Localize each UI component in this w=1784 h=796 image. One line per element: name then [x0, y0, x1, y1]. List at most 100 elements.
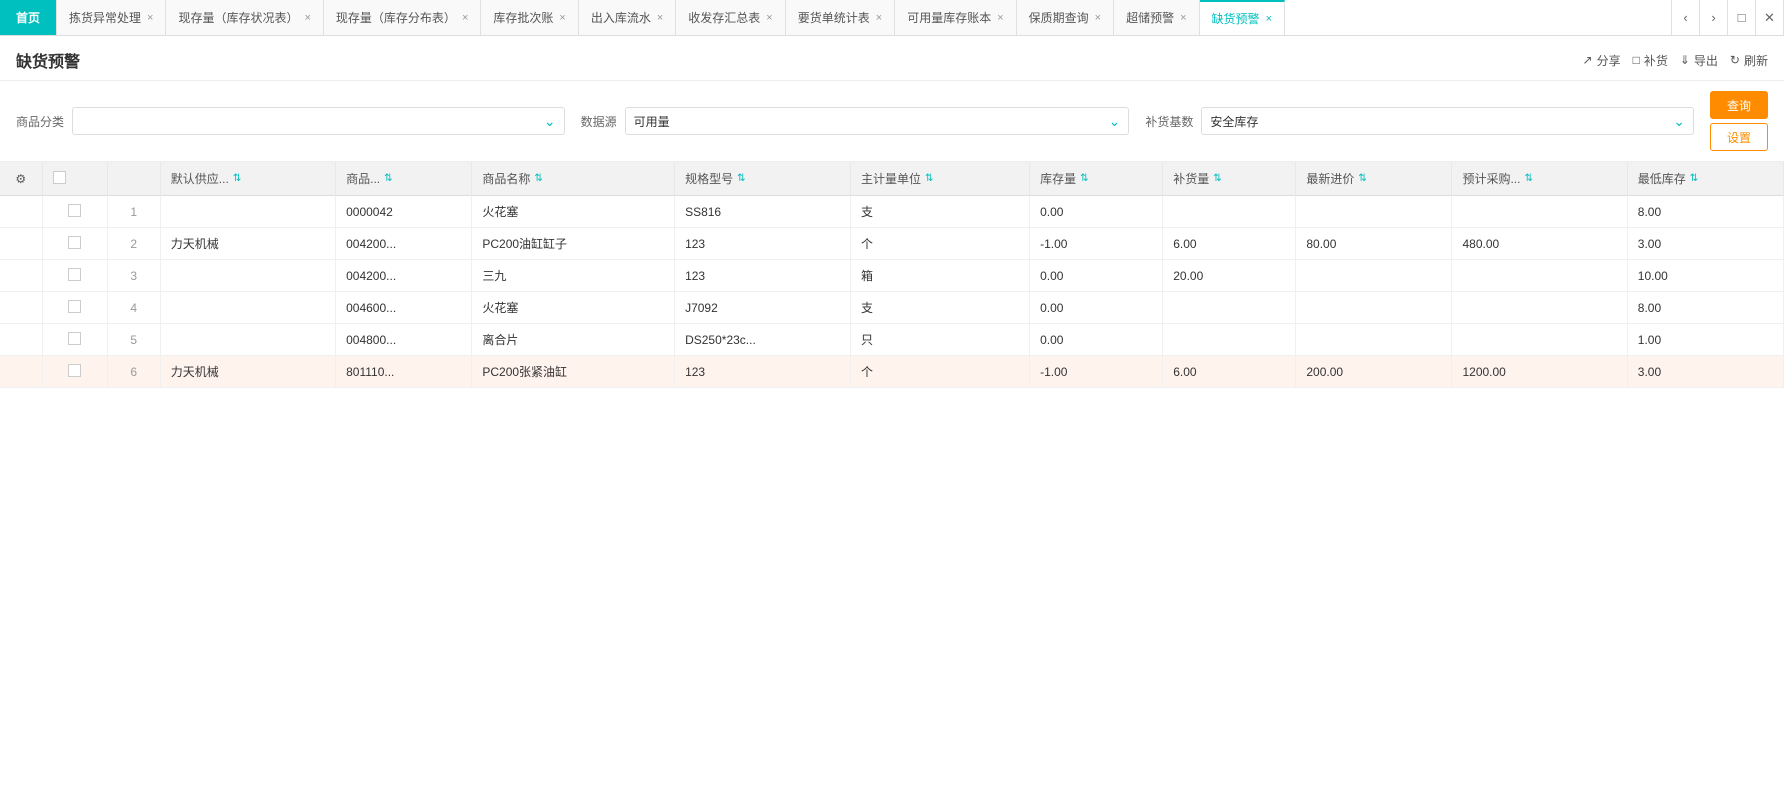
- row-checkbox[interactable]: [68, 204, 81, 217]
- column-default-supplier[interactable]: 默认供应... ⇅: [160, 162, 335, 196]
- column-replenish-qty[interactable]: 补货量 ⇅: [1163, 162, 1296, 196]
- tab-restore-button[interactable]: □: [1728, 0, 1756, 35]
- tab-available-ledger-close[interactable]: ×: [997, 12, 1003, 24]
- page-header: 缺货预警 ↗ 分享 □ 补货 ⇓ 导出 ↻ 刷新: [0, 36, 1784, 81]
- tab-inventory-dist-close[interactable]: ×: [462, 12, 468, 24]
- column-spec[interactable]: 规格型号 ⇅: [675, 162, 851, 196]
- row-checkbox[interactable]: [68, 300, 81, 313]
- row-checkbox-cell[interactable]: [42, 228, 107, 260]
- column-latest-price[interactable]: 最新进价 ⇅: [1296, 162, 1452, 196]
- export-button[interactable]: ⇓ 导出: [1680, 52, 1718, 69]
- row-checkbox[interactable]: [68, 332, 81, 345]
- column-min-stock[interactable]: 最低库存 ⇅: [1627, 162, 1783, 196]
- gear-settings-icon[interactable]: ⚙: [15, 172, 26, 186]
- select-all-checkbox[interactable]: [53, 171, 66, 184]
- row-index: 5: [107, 324, 160, 356]
- table-header-row: ⚙ 默认供应... ⇅ 商品...: [0, 162, 1784, 196]
- sort-replenish-qty-icon: ⇅: [1213, 173, 1221, 184]
- tab-inout-flow-close[interactable]: ×: [657, 12, 663, 24]
- tab-exception-label: 拣货异常处理: [69, 9, 141, 26]
- settings-button[interactable]: 设置: [1710, 123, 1768, 151]
- share-button[interactable]: ↗ 分享: [1583, 52, 1621, 69]
- export-icon: ⇓: [1680, 53, 1690, 67]
- row-checkbox-cell[interactable]: [42, 196, 107, 228]
- tab-batch-account-label: 库存批次账: [493, 9, 553, 26]
- tab-receive-summary[interactable]: 收发存汇总表 ×: [676, 0, 785, 35]
- row-checkbox-cell[interactable]: [42, 324, 107, 356]
- tab-prev-button[interactable]: ‹: [1672, 0, 1700, 35]
- row-default-supplier: 力天机械: [160, 356, 335, 388]
- tab-expiry-query-close[interactable]: ×: [1095, 12, 1101, 24]
- row-spec: SS816: [675, 196, 851, 228]
- table-row[interactable]: 2 力天机械 004200... PC200油缸缸子 123 个 -1.00 6…: [0, 228, 1784, 260]
- replenish-base-filter-value: 安全库存: [1210, 113, 1258, 130]
- category-filter-label: 商品分类: [16, 113, 64, 130]
- column-replenish-qty-label: 补货量: [1173, 170, 1209, 187]
- row-index: 4: [107, 292, 160, 324]
- row-unit: 支: [850, 292, 1029, 324]
- tab-inventory-status-close[interactable]: ×: [304, 12, 310, 24]
- datasource-filter-select[interactable]: 可用量 ⌄: [625, 107, 1130, 135]
- column-product-code[interactable]: 商品... ⇅: [336, 162, 472, 196]
- row-product-name: PC200油缸缸子: [472, 228, 675, 260]
- table-row[interactable]: 1 0000042 火花塞 SS816 支 0.00 8.00: [0, 196, 1784, 228]
- query-button[interactable]: 查询: [1710, 91, 1768, 119]
- tab-shortage-warning-close[interactable]: ×: [1266, 13, 1272, 25]
- row-checkbox[interactable]: [68, 364, 81, 377]
- column-stock-qty[interactable]: 库存量 ⇅: [1030, 162, 1163, 196]
- row-gear-cell: [0, 260, 42, 292]
- tab-requisition-stats[interactable]: 要货单统计表 ×: [786, 0, 895, 35]
- row-checkbox[interactable]: [68, 268, 81, 281]
- tab-batch-account-close[interactable]: ×: [559, 12, 565, 24]
- tab-batch-account[interactable]: 库存批次账 ×: [481, 0, 578, 35]
- sort-stock-qty-icon: ⇅: [1080, 173, 1088, 184]
- tab-overstock-warning[interactable]: 超储预警 ×: [1114, 0, 1199, 35]
- replenish-base-filter-select[interactable]: 安全库存 ⌄: [1201, 107, 1694, 135]
- tab-next-button[interactable]: ›: [1700, 0, 1728, 35]
- tab-overstock-warning-close[interactable]: ×: [1180, 12, 1186, 24]
- tab-requisition-stats-close[interactable]: ×: [876, 12, 882, 24]
- row-default-supplier: 力天机械: [160, 228, 335, 260]
- column-unit-label: 主计量单位: [861, 170, 921, 187]
- column-est-purchase[interactable]: 预计采购... ⇅: [1452, 162, 1627, 196]
- main-content: 缺货预警 ↗ 分享 □ 补货 ⇓ 导出 ↻ 刷新 商品分类: [0, 36, 1784, 796]
- tab-shortage-warning[interactable]: 缺货预警 ×: [1200, 0, 1285, 35]
- tab-inout-flow[interactable]: 出入库流水 ×: [579, 0, 676, 35]
- tab-exception[interactable]: 拣货异常处理 ×: [57, 0, 166, 35]
- row-product-name: PC200张紧油缸: [472, 356, 675, 388]
- refresh-button[interactable]: ↻ 刷新: [1730, 52, 1768, 69]
- table-row[interactable]: 6 力天机械 801110... PC200张紧油缸 123 个 -1.00 6…: [0, 356, 1784, 388]
- column-product-name[interactable]: 商品名称 ⇅: [472, 162, 675, 196]
- tab-home-label: 首页: [16, 9, 40, 26]
- replenish-icon: □: [1633, 53, 1640, 67]
- tab-requisition-stats-label: 要货单统计表: [798, 9, 870, 26]
- row-checkbox-cell[interactable]: [42, 356, 107, 388]
- row-replenish-qty: 20.00: [1163, 260, 1296, 292]
- replenish-button[interactable]: □ 补货: [1633, 52, 1668, 69]
- row-est-purchase: [1452, 260, 1627, 292]
- tab-available-ledger-label: 可用量库存账本: [907, 9, 991, 26]
- tab-close-all-button[interactable]: ✕: [1756, 0, 1784, 35]
- table-row[interactable]: 4 004600... 火花塞 J7092 支 0.00 8.00: [0, 292, 1784, 324]
- tab-inventory-status-label: 现存量（库存状况表）: [178, 9, 298, 26]
- table-row[interactable]: 5 004800... 离合片 DS250*23c... 只 0.00 1.00: [0, 324, 1784, 356]
- table-row[interactable]: 3 004200... 三九 123 箱 0.00 20.00 10.00: [0, 260, 1784, 292]
- tab-available-ledger[interactable]: 可用量库存账本 ×: [895, 0, 1016, 35]
- category-filter-select[interactable]: ⌄: [72, 107, 565, 135]
- tab-home[interactable]: 首页: [0, 0, 57, 35]
- row-checkbox-cell[interactable]: [42, 260, 107, 292]
- row-checkbox-cell[interactable]: [42, 292, 107, 324]
- tab-inventory-status[interactable]: 现存量（库存状况表） ×: [166, 0, 323, 35]
- datasource-filter-group: 数据源 可用量 ⌄: [581, 107, 1130, 135]
- column-unit[interactable]: 主计量单位 ⇅: [850, 162, 1029, 196]
- tab-inventory-dist[interactable]: 现存量（库存分布表） ×: [324, 0, 481, 35]
- row-checkbox[interactable]: [68, 236, 81, 249]
- row-min-stock: 8.00: [1627, 292, 1783, 324]
- row-index: 1: [107, 196, 160, 228]
- tab-expiry-query[interactable]: 保质期查询 ×: [1017, 0, 1114, 35]
- tab-exception-close[interactable]: ×: [147, 12, 153, 24]
- column-gear[interactable]: ⚙: [0, 162, 42, 196]
- sort-latest-price-icon: ⇅: [1358, 173, 1366, 184]
- tab-receive-summary-close[interactable]: ×: [766, 12, 772, 24]
- refresh-icon: ↻: [1730, 53, 1740, 67]
